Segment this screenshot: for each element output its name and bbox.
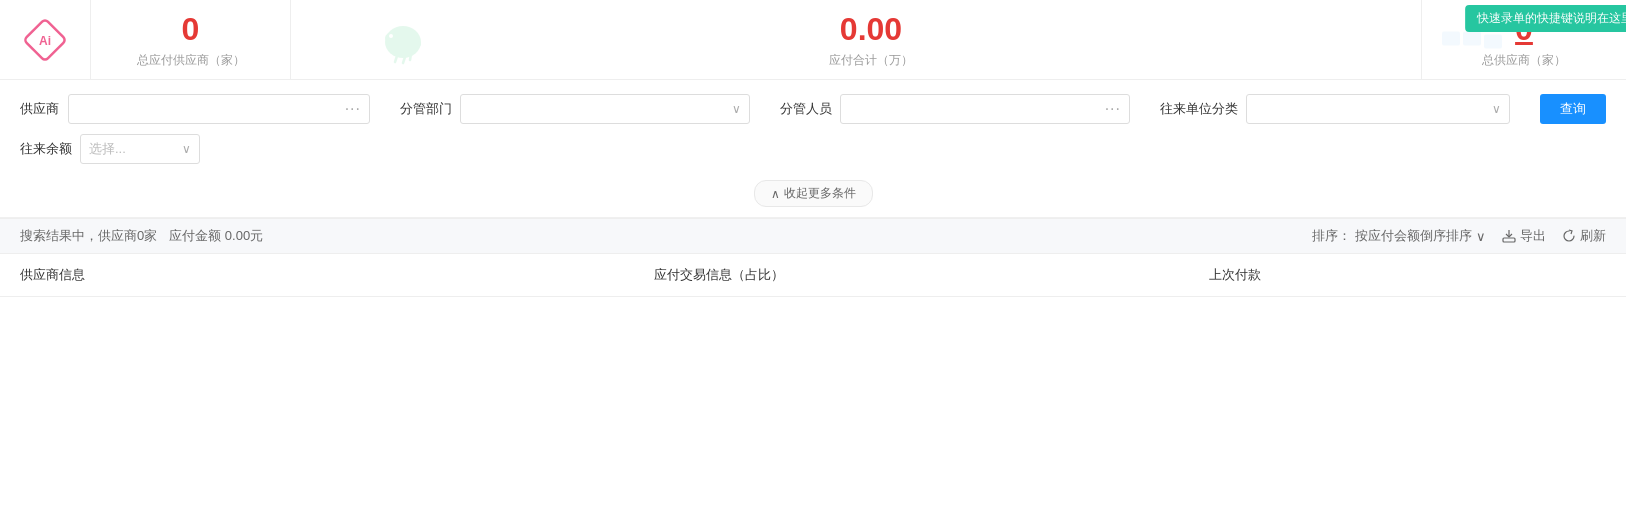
table-body [0,297,1626,497]
svg-point-5 [413,41,421,47]
unit-input[interactable] [1255,102,1492,117]
tooltip-banner: 快速录单的快捷键说明在这里 × [1465,5,1626,32]
person-label: 分管人员 [780,100,832,118]
dept-chevron-icon: ∨ [732,102,741,116]
export-btn[interactable]: 导出 [1502,227,1546,245]
filter-row-2: 往来余额 选择... ∨ [20,134,1606,164]
dept-input-wrap[interactable]: ∨ [460,94,750,124]
svg-point-3 [385,32,401,44]
svg-line-8 [410,54,411,60]
sort-select[interactable]: 排序： 按应付会额倒序排序 ∨ [1312,227,1486,245]
stat-number-payable-total: 0.00 [840,10,902,48]
export-label: 导出 [1520,227,1546,245]
dept-label: 分管部门 [400,100,452,118]
query-button[interactable]: 查询 [1540,94,1606,124]
filter-item-person: 分管人员 ··· [780,94,1130,124]
stat-total-payable-suppliers: 0 总应付供应商（家） [91,0,291,79]
person-input-wrap[interactable]: ··· [840,94,1130,124]
filter-item-dept: 分管部门 ∨ [400,94,750,124]
balance-select-wrap[interactable]: 选择... ∨ [80,134,200,164]
balance-placeholder: 选择... [89,140,126,158]
table-col-supplier-info: 供应商信息 [20,266,654,284]
refresh-btn[interactable]: 刷新 [1562,227,1606,245]
table-header: 供应商信息 应付交易信息（占比） 上次付款 [0,254,1626,297]
stat-label-payable-suppliers: 总应付供应商（家） [137,52,245,69]
dept-input[interactable] [469,102,732,117]
unit-input-wrap[interactable]: ∨ [1246,94,1510,124]
table-col-last-payment: 上次付款 [1209,266,1606,284]
stat-label-payable-total: 应付合计（万） [829,52,913,69]
piggy-icon [371,10,431,70]
export-icon [1502,229,1516,243]
result-info-text: 搜索结果中，供应商0家 [20,227,157,245]
top-stats-bar: Ai 0 总应付供应商（家） 0.00 应付合计（万） 快速录单的快捷键说明在这… [0,0,1626,80]
refresh-icon [1562,229,1576,243]
balance-label: 往来余额 [20,140,72,158]
supplier-dots-icon: ··· [345,100,361,118]
result-bar: 搜索结果中，供应商0家 应付金额 0.00元 排序： 按应付会额倒序排序 ∨ 导… [0,218,1626,254]
sort-value: 按应付会额倒序排序 [1355,227,1472,245]
svg-line-6 [395,56,397,62]
logo-icon: Ai [20,15,70,65]
stat-payable-total: 0.00 应付合计（万） [291,0,1422,79]
result-amount-text: 应付金额 0.00元 [169,227,263,245]
unit-chevron-icon: ∨ [1492,102,1501,116]
logo-block: Ai [0,0,91,79]
collapse-chevron-icon: ∧ [771,187,780,201]
refresh-label: 刷新 [1580,227,1606,245]
table-col-transaction-info: 应付交易信息（占比） [654,266,1209,284]
sort-chevron-icon: ∨ [1476,229,1486,244]
filter-area: 供应商 ··· 分管部门 ∨ 分管人员 ··· 往来单位分 [0,80,1626,218]
unit-label: 往来单位分类 [1160,100,1238,118]
tooltip-text: 快速录单的快捷键说明在这里 [1477,10,1626,27]
supplier-label: 供应商 [20,100,60,118]
filter-row-1: 供应商 ··· 分管部门 ∨ 分管人员 ··· 往来单位分 [20,94,1606,124]
supplier-input-wrap[interactable]: ··· [68,94,370,124]
svg-point-4 [389,34,393,38]
person-input[interactable] [849,102,1105,117]
filter-item-unit: 往来单位分类 ∨ [1160,94,1510,124]
collapse-more-btn[interactable]: ∧ 收起更多条件 [754,180,873,207]
stat-deco-boxes [1442,31,1502,48]
stat-total-suppliers: 快速录单的快捷键说明在这里 × 0 总供应商（家） [1422,0,1626,79]
person-dots-icon: ··· [1105,100,1121,118]
result-info-wrap: 搜索结果中，供应商0家 应付金额 0.00元 [20,227,263,245]
svg-text:Ai: Ai [39,34,51,48]
svg-rect-9 [1503,238,1515,242]
filter-item-supplier: 供应商 ··· [20,94,370,124]
result-actions: 排序： 按应付会额倒序排序 ∨ 导出 刷新 [1312,227,1606,245]
supplier-input[interactable] [77,102,345,117]
filter-item-balance: 往来余额 选择... ∨ [20,134,200,164]
stat-number-payable-suppliers: 0 [182,10,200,48]
sort-label: 排序： [1312,227,1351,245]
collapse-btn-label: 收起更多条件 [784,185,856,202]
collapse-bar: ∧ 收起更多条件 [20,174,1606,217]
balance-chevron-icon: ∨ [182,142,191,156]
stat-label-total-suppliers: 总供应商（家） [1482,52,1566,69]
